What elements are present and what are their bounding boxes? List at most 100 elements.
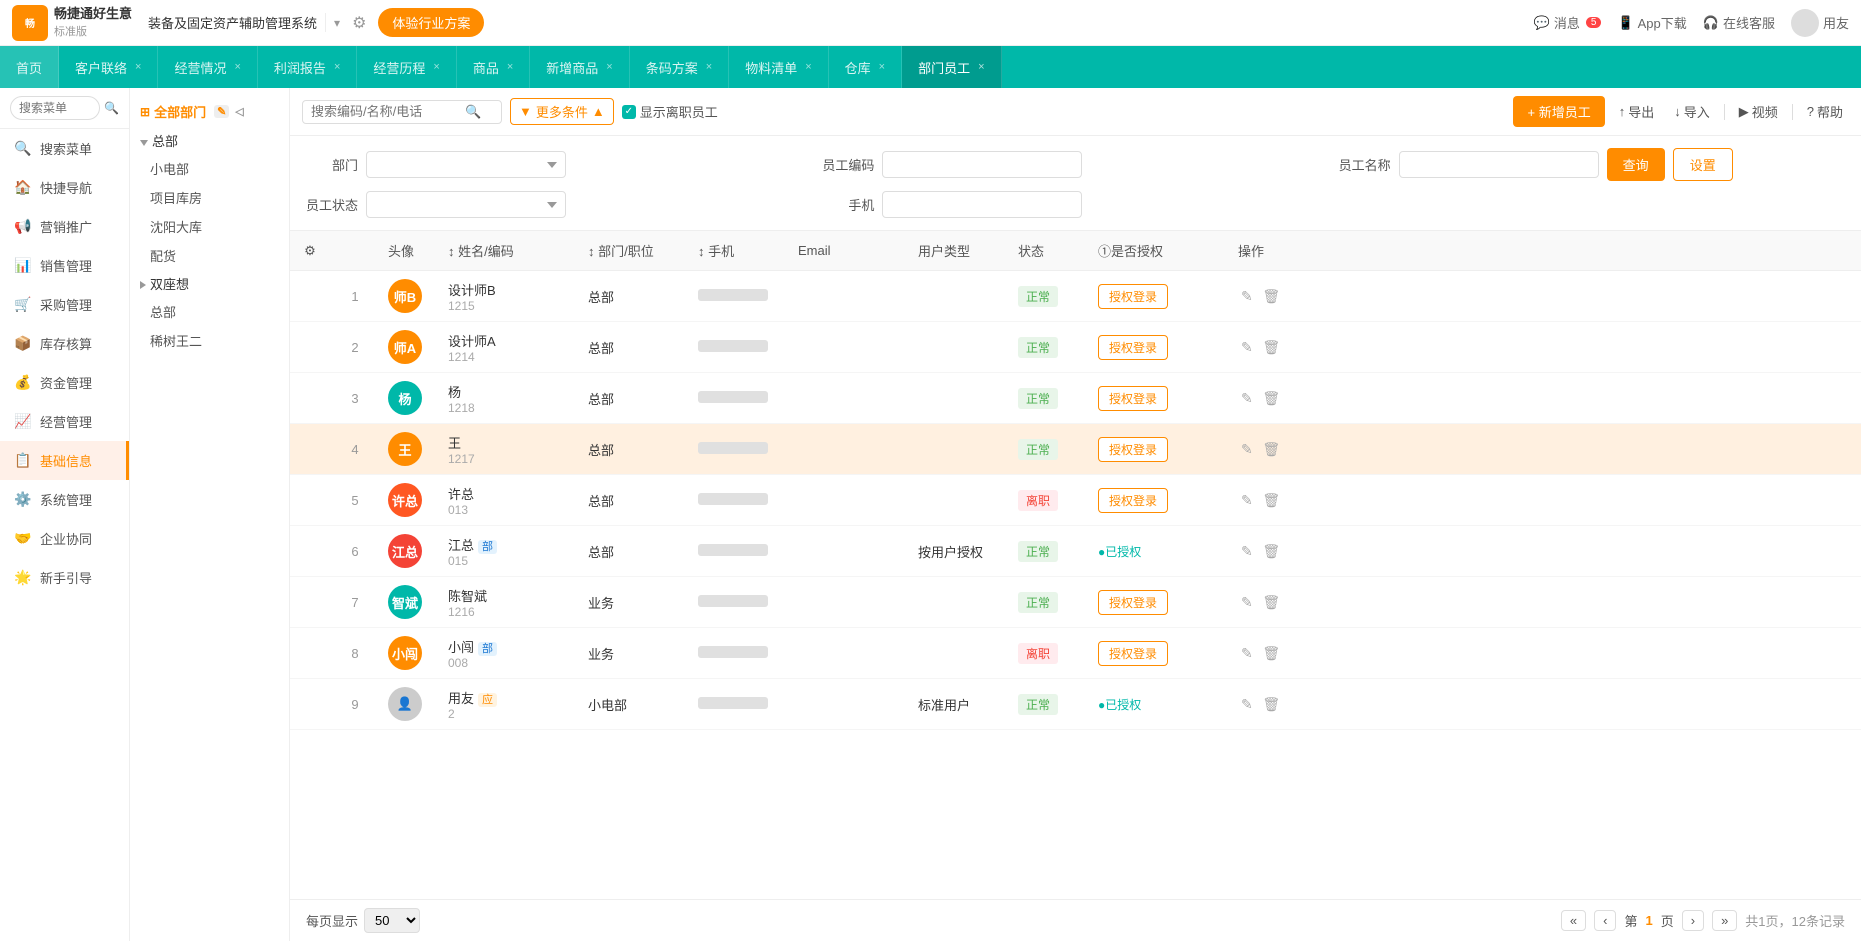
delete-button[interactable]: 🗑 [1262, 543, 1280, 559]
edit-button[interactable]: ✎ [1241, 696, 1253, 712]
auth-button[interactable]: 授权登录 [1098, 641, 1168, 666]
show-departed-toggle[interactable]: ✓ 显示离职员工 [622, 102, 718, 121]
dept-item-xiangmu[interactable]: 项目库房 [130, 183, 289, 212]
dept-group-shuangzuo[interactable]: 双座想 [130, 270, 289, 297]
tab-close-icon[interactable]: × [135, 61, 141, 73]
dept-collapse-icon[interactable]: ◁ [235, 105, 243, 118]
dept-item-xishu[interactable]: 稀树王二 [130, 326, 289, 355]
sidebar-item-系统管理[interactable]: ⚙️系统管理 [0, 480, 129, 519]
delete-button[interactable]: 🗑 [1262, 339, 1280, 355]
sidebar-item-快捷导航[interactable]: 🏠快捷导航 [0, 168, 129, 207]
nav-tab[interactable]: 经营历程× [357, 46, 456, 88]
edit-button[interactable]: ✎ [1241, 645, 1253, 661]
prev-page-btn[interactable]: ‹ [1594, 910, 1616, 931]
sidebar-item-新手引导[interactable]: 🌟新手引导 [0, 558, 129, 597]
edit-button[interactable]: ✎ [1241, 492, 1253, 508]
phone-col-header[interactable]: ↕ 手机 [690, 231, 790, 271]
import-btn[interactable]: ↓ 导入 [1668, 98, 1716, 125]
nav-tab[interactable]: 仓库× [829, 46, 902, 88]
nav-tab[interactable]: 利润报告× [258, 46, 357, 88]
auth-button[interactable]: 授权登录 [1098, 488, 1168, 513]
row-settings[interactable] [290, 526, 330, 577]
page-size-select[interactable]: 50 10 20 100 [364, 908, 420, 933]
edit-button[interactable]: ✎ [1241, 594, 1253, 610]
emp-name-input[interactable] [1399, 151, 1599, 178]
tab-close-icon[interactable]: × [334, 61, 340, 73]
tab-close-icon[interactable]: × [879, 61, 885, 73]
dept-item-shenyang[interactable]: 沈阳大库 [130, 212, 289, 241]
edit-button[interactable]: ✎ [1241, 441, 1253, 457]
search-box[interactable]: 🔍 [302, 100, 502, 124]
row-settings[interactable] [290, 271, 330, 322]
sidebar-item-企业协同[interactable]: 🤝企业协同 [0, 519, 129, 558]
nav-tab[interactable]: 客户联络× [59, 46, 158, 88]
message-item[interactable]: 💬 消息 5 [1534, 13, 1602, 32]
nav-tab[interactable]: 条码方案× [630, 46, 729, 88]
sidebar-item-销售管理[interactable]: 📊销售管理 [0, 246, 129, 285]
last-page-btn[interactable]: » [1712, 910, 1737, 931]
sidebar-item-搜索菜单[interactable]: 🔍搜索菜单 [0, 129, 129, 168]
sidebar-item-经营管理[interactable]: 📈经营管理 [0, 402, 129, 441]
add-employee-button[interactable]: + 新增员工 [1513, 96, 1604, 127]
sidebar-item-采购管理[interactable]: 🛒采购管理 [0, 285, 129, 324]
system-dropdown-icon[interactable]: ▾ [334, 16, 340, 30]
row-settings[interactable] [290, 475, 330, 526]
dept-group-zhongbu[interactable]: 总部 [130, 127, 289, 154]
sidebar-item-营销推广[interactable]: 📢营销推广 [0, 207, 129, 246]
delete-button[interactable]: 🗑 [1262, 390, 1280, 406]
dept-item-peihuo[interactable]: 配货 [130, 241, 289, 270]
auth-button[interactable]: 授权登录 [1098, 335, 1168, 360]
online-service-item[interactable]: 🎧 在线客服 [1703, 13, 1775, 32]
nav-tab[interactable]: 首页 [0, 46, 59, 88]
nav-tab[interactable]: 部门员工× [902, 46, 1001, 88]
set-button[interactable]: 设置 [1673, 148, 1733, 181]
row-settings[interactable] [290, 424, 330, 475]
row-settings[interactable] [290, 628, 330, 679]
delete-button[interactable]: 🗑 [1262, 492, 1280, 508]
tab-close-icon[interactable]: × [507, 61, 513, 73]
delete-button[interactable]: 🗑 [1262, 645, 1280, 661]
tab-close-icon[interactable]: × [606, 61, 612, 73]
departed-checkbox[interactable]: ✓ [622, 105, 636, 119]
user-item[interactable]: 用友 [1791, 9, 1849, 37]
delete-button[interactable]: 🗑 [1262, 288, 1280, 304]
emp-code-input[interactable] [882, 151, 1082, 178]
row-settings[interactable] [290, 322, 330, 373]
sidebar-item-资金管理[interactable]: 💰资金管理 [0, 363, 129, 402]
edit-button[interactable]: ✎ [1241, 339, 1253, 355]
row-settings[interactable] [290, 679, 330, 730]
export-btn[interactable]: ↑ 导出 [1613, 98, 1661, 125]
nav-tab[interactable]: 新增商品× [530, 46, 629, 88]
phone-input[interactable] [882, 191, 1082, 218]
name-col-header[interactable]: ↕ 姓名/编码 [440, 231, 580, 271]
sidebar-item-库存核算[interactable]: 📦库存核算 [0, 324, 129, 363]
first-page-btn[interactable]: « [1561, 910, 1586, 931]
tab-close-icon[interactable]: × [706, 61, 712, 73]
app-download-item[interactable]: 📱 App下载 [1617, 13, 1686, 32]
dept-select[interactable] [366, 151, 566, 178]
row-settings[interactable] [290, 577, 330, 628]
dept-col-header[interactable]: ↕ 部门/职位 [580, 231, 690, 271]
row-settings[interactable] [290, 373, 330, 424]
tab-close-icon[interactable]: × [234, 61, 240, 73]
auth-button[interactable]: 授权登录 [1098, 284, 1168, 309]
settings-col-header[interactable]: ⚙ [290, 231, 330, 271]
sidebar-item-基础信息[interactable]: 📋基础信息 [0, 441, 129, 480]
tab-close-icon[interactable]: × [805, 61, 811, 73]
delete-button[interactable]: 🗑 [1262, 594, 1280, 610]
query-button[interactable]: 查询 [1607, 148, 1665, 181]
nav-tab[interactable]: 物料清单× [729, 46, 828, 88]
dept-item-xiaodian[interactable]: 小电部 [130, 154, 289, 183]
auth-button[interactable]: 授权登录 [1098, 386, 1168, 411]
auth-button[interactable]: 授权登录 [1098, 437, 1168, 462]
delete-button[interactable]: 🗑 [1262, 441, 1280, 457]
nav-tab[interactable]: 经营情况× [158, 46, 257, 88]
status-select[interactable] [366, 191, 566, 218]
dept-edit-icon[interactable]: ✎ [214, 105, 229, 118]
auth-button[interactable]: 授权登录 [1098, 590, 1168, 615]
more-filter-btn[interactable]: ▼ 更多条件 ▲ [510, 98, 614, 125]
tab-close-icon[interactable]: × [978, 61, 984, 73]
help-btn[interactable]: ? 帮助 [1801, 98, 1849, 125]
trial-button[interactable]: 体验行业方案 [378, 8, 484, 37]
delete-button[interactable]: 🗑 [1262, 696, 1280, 712]
